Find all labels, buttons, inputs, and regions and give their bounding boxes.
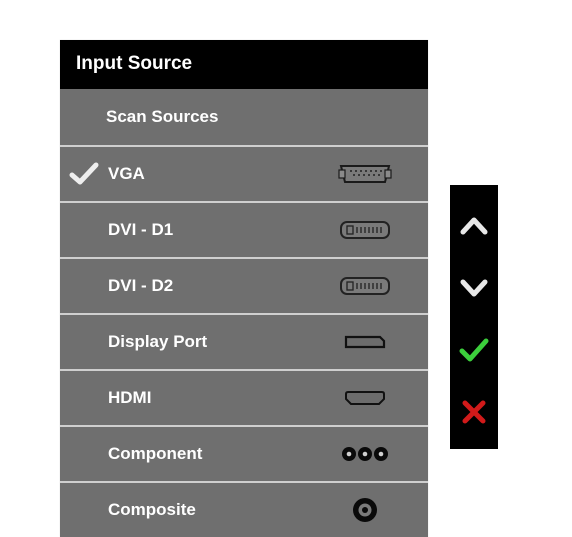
menu-item-label: Scan Sources [106,107,218,127]
menu-item-hdmi[interactable]: HDMI [60,369,428,425]
menu-item-composite[interactable]: Composite [60,481,428,537]
menu-item-label: DVI - D2 [108,276,173,296]
component-connector-icon [330,427,400,481]
chevron-down-icon [460,278,488,298]
osd-nav-strip [450,185,498,449]
menu-item-label: Display Port [108,332,207,352]
menu-item-scan-sources[interactable]: Scan Sources [60,89,428,145]
check-icon [60,162,108,186]
dvi-connector-icon [330,259,400,313]
menu-item-display-port[interactable]: Display Port [60,313,428,369]
osd-title: Input Source [60,40,428,89]
chevron-up-icon [460,216,488,236]
osd-title-text: Input Source [76,53,192,74]
menu-item-component[interactable]: Component [60,425,428,481]
displayport-connector-icon [330,315,400,369]
menu-item-dvi-d1[interactable]: DVI - D1 [60,201,428,257]
hdmi-connector-icon [330,371,400,425]
input-source-osd-menu: Input Source Scan Sources VGA [60,40,428,537]
menu-item-label: DVI - D1 [108,220,173,240]
nav-confirm-button[interactable] [450,319,498,381]
nav-cancel-button[interactable] [450,381,498,443]
close-icon [461,399,487,425]
nav-up-button[interactable] [450,195,498,257]
vga-connector-icon [330,147,400,201]
menu-item-label: Component [108,444,202,464]
menu-item-label: VGA [108,164,145,184]
menu-item-dvi-d2[interactable]: DVI - D2 [60,257,428,313]
menu-item-vga[interactable]: VGA [60,145,428,201]
menu-item-label: HDMI [108,388,151,408]
dvi-connector-icon [330,203,400,257]
menu-item-label: Composite [108,500,196,520]
composite-connector-icon [330,483,400,537]
check-icon [459,337,489,363]
nav-down-button[interactable] [450,257,498,319]
